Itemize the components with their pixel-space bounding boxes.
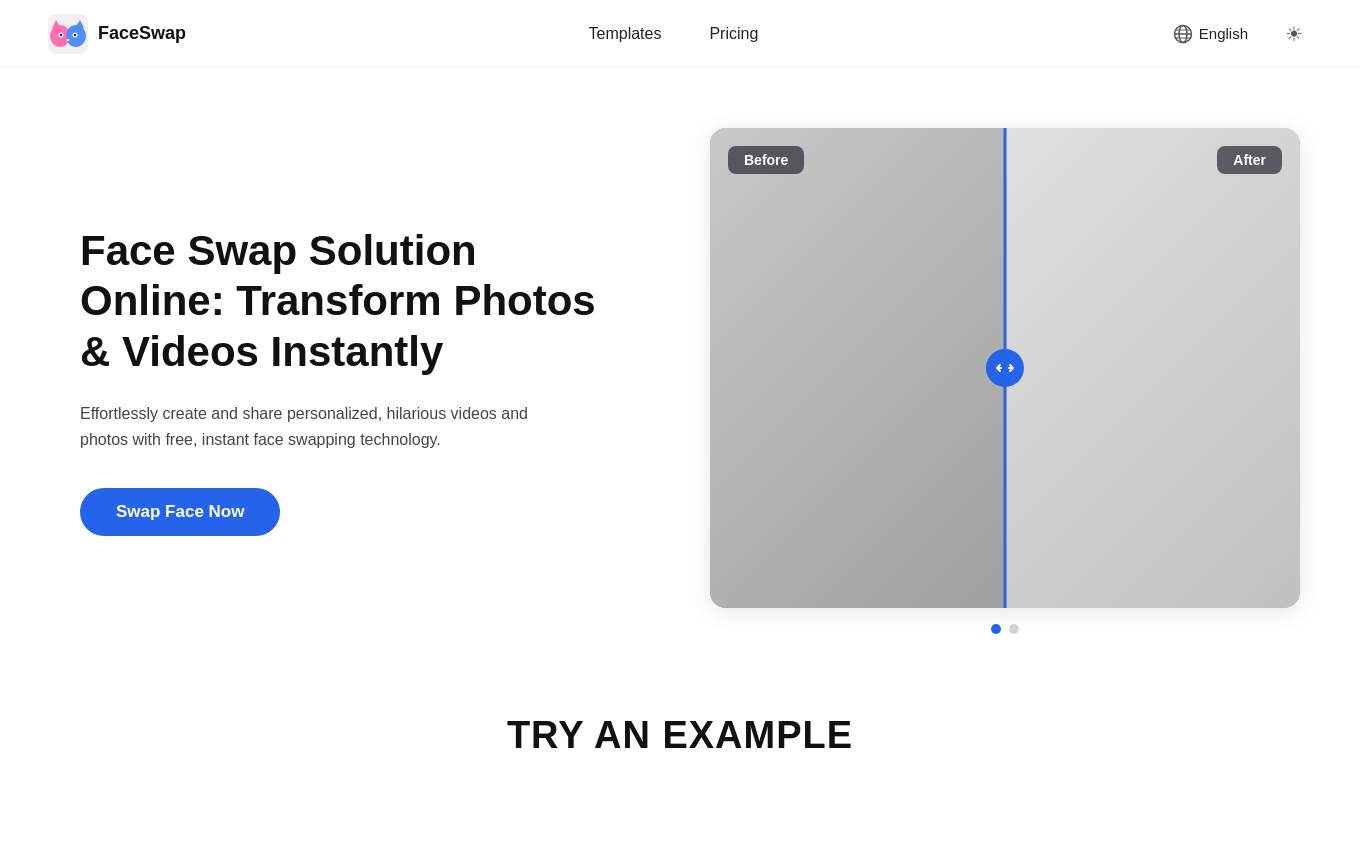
svg-point-7 (60, 33, 62, 35)
after-badge: After (1217, 146, 1282, 174)
compare-slider-area: Before After (710, 128, 1300, 634)
compare-container[interactable]: Before After (710, 128, 1300, 608)
globe-icon (1173, 24, 1193, 44)
arrows-icon (996, 361, 1014, 375)
logo-icon (48, 14, 88, 54)
main-nav: Templates Pricing (569, 17, 779, 51)
header: FaceSwap Templates Pricing English ☀ (0, 0, 1360, 68)
hero-content: Face Swap Solution Online: Transform Pho… (80, 226, 600, 536)
carousel-dot-1[interactable] (991, 624, 1001, 634)
carousel-dots (991, 624, 1019, 634)
carousel-dot-2[interactable] (1009, 624, 1019, 634)
nav-templates[interactable]: Templates (569, 17, 682, 51)
language-label: English (1199, 25, 1248, 42)
hero-subtitle: Effortlessly create and share personaliz… (80, 401, 560, 452)
sun-icon: ☀ (1285, 22, 1303, 46)
theme-toggle[interactable]: ☀ (1276, 16, 1312, 52)
language-selector[interactable]: English (1161, 18, 1260, 50)
hero-section: Face Swap Solution Online: Transform Pho… (0, 68, 1360, 674)
svg-point-8 (74, 33, 76, 35)
svg-point-9 (67, 39, 70, 41)
compare-drag-handle[interactable] (986, 349, 1024, 387)
after-panel (1005, 128, 1300, 608)
nav-pricing[interactable]: Pricing (689, 17, 778, 51)
header-right: English ☀ (1161, 16, 1312, 52)
hero-title: Face Swap Solution Online: Transform Pho… (80, 226, 600, 377)
before-badge: Before (728, 146, 804, 174)
try-example-title: TRY AN EXAMPLE (0, 714, 1360, 757)
before-panel (710, 128, 1005, 608)
swap-face-now-button[interactable]: Swap Face Now (80, 488, 280, 536)
logo-text: FaceSwap (98, 23, 186, 44)
try-example-section: TRY AN EXAMPLE (0, 674, 1360, 777)
logo[interactable]: FaceSwap (48, 14, 186, 54)
